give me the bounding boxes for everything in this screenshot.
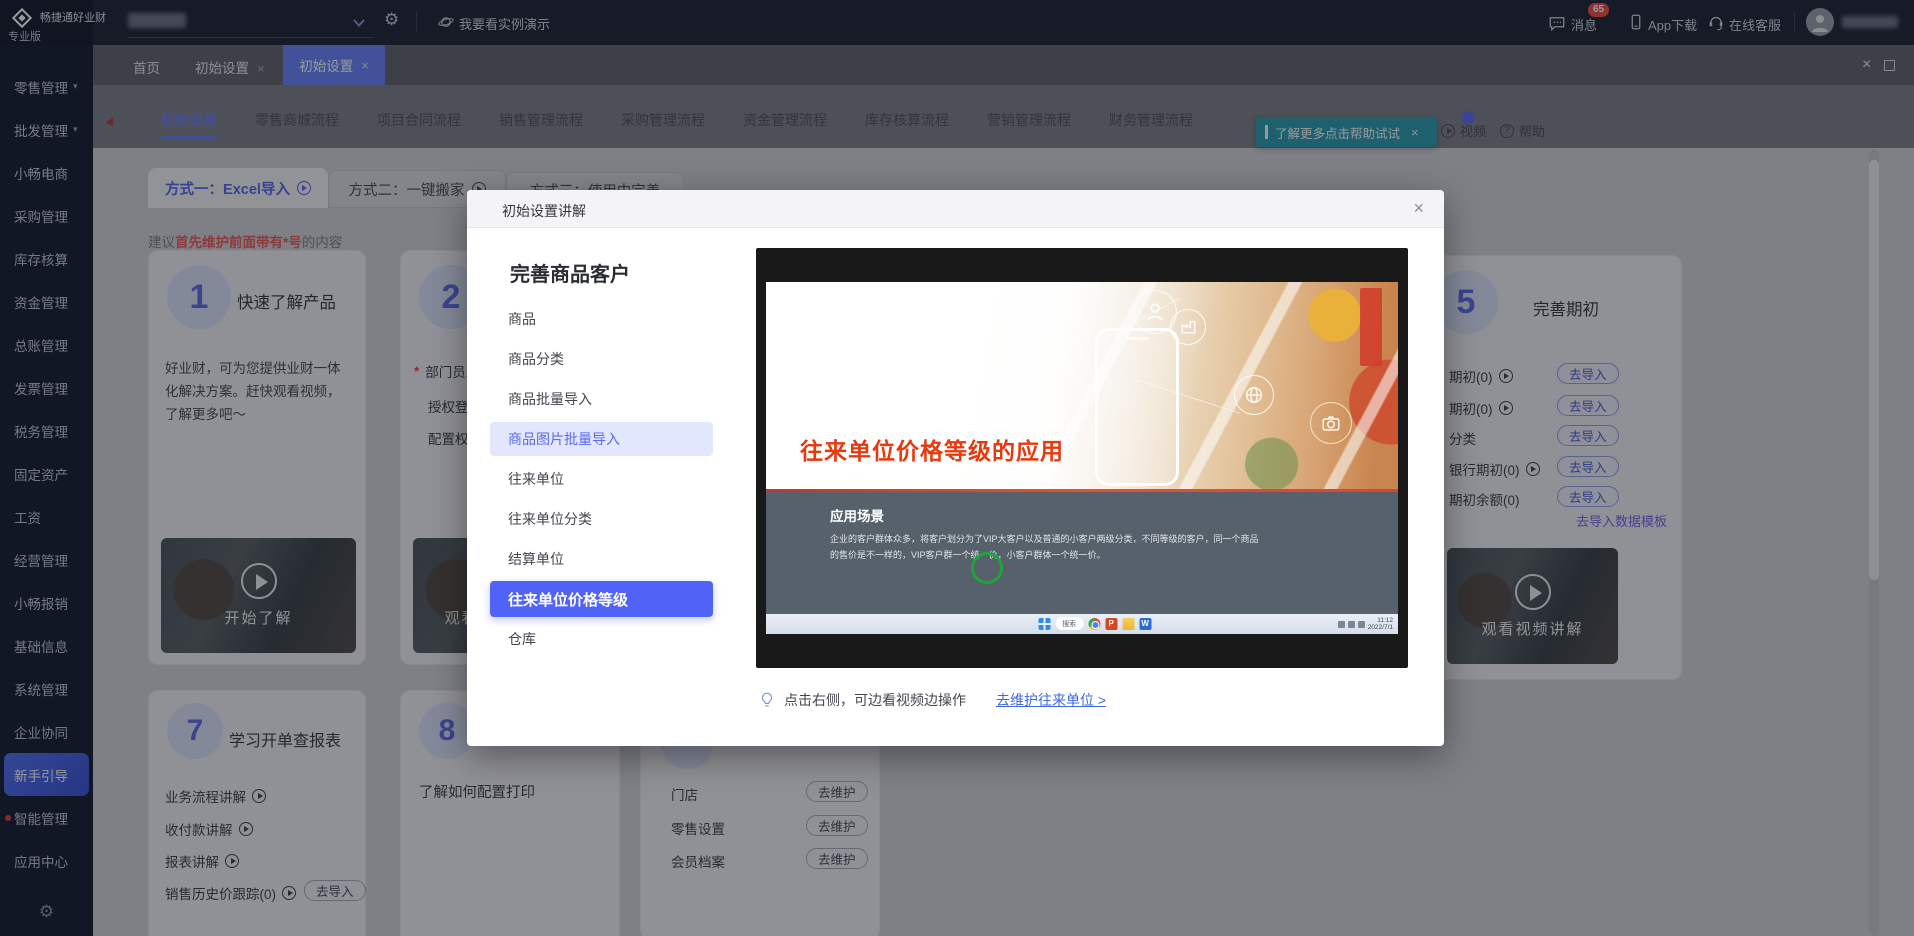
tip-text: 点击右侧，可边看视频边操作 — [784, 690, 966, 710]
windows-start-icon — [1038, 618, 1050, 630]
camera-icon — [1310, 402, 1352, 444]
slide-headline: 往来单位价格等级的应用 — [800, 432, 1064, 466]
tray-icon — [1338, 621, 1345, 628]
menu-item-goods-batch-import[interactable]: 商品批量导入 — [490, 382, 713, 416]
menu-item-goods-category[interactable]: 商品分类 — [490, 342, 713, 376]
taskbar-search: 搜索 — [1055, 617, 1083, 630]
factory-icon — [1170, 309, 1206, 345]
windows-taskbar: 搜索 P W 11:122022/7/1 — [766, 614, 1398, 634]
menu-item-warehouse[interactable]: 仓库 — [490, 622, 713, 656]
taskbar-tray: 11:122022/7/1 — [1338, 617, 1393, 631]
folder-icon — [1122, 618, 1134, 630]
modal-title-bar: 初始设置讲解 × — [467, 190, 1444, 228]
taskbar-apps: 搜索 P W — [1038, 617, 1151, 630]
scene-title: 应用场景 — [830, 505, 884, 525]
menu-item-partner-category[interactable]: 往来单位分类 — [490, 502, 713, 536]
menu-item-goods[interactable]: 商品 — [490, 302, 713, 336]
menu-item-goods-image-import[interactable]: 商品图片批量导入 — [490, 422, 713, 456]
tutorial-video-player[interactable]: 往来单位价格等级的应用 应用场景 企业的客户群体众多，将客户划分为了VIP大客户… — [756, 248, 1408, 668]
modal-menu-heading: 完善商品客户 — [510, 258, 630, 287]
powerpoint-icon: P — [1105, 618, 1117, 630]
tray-icon — [1358, 621, 1365, 628]
menu-item-partner-price-level[interactable]: 往来单位价格等级 — [490, 581, 713, 617]
scene-section: 应用场景 企业的客户群体众多，将客户划分为了VIP大客户以及普通的小客户两级分类… — [766, 492, 1398, 614]
slide-photo: 往来单位价格等级的应用 — [766, 282, 1398, 489]
menu-item-settlement-unit[interactable]: 结算单位 — [490, 542, 713, 576]
modal-tip-row: 点击右侧，可边看视频边操作 去维护往来单位 > — [758, 690, 1106, 710]
modal-title: 初始设置讲解 — [502, 201, 586, 221]
cart-icon — [1044, 336, 1082, 374]
app-window: 专业版 畅捷通好业财 ⚙ 我要看实例演示 消息 65 App下载 — [0, 0, 1914, 936]
shelf-banner — [1360, 288, 1382, 366]
tray-icon — [1348, 621, 1355, 628]
maintain-partner-link[interactable]: 去维护往来单位 > — [996, 690, 1106, 710]
word-icon: W — [1139, 618, 1151, 630]
setup-guide-modal: 初始设置讲解 × 完善商品客户 商品 商品分类 商品批量导入 商品图片批量导入 … — [467, 190, 1444, 746]
annotation-circle — [971, 552, 1003, 584]
phone-outline — [1095, 328, 1179, 486]
taskbar-clock: 11:122022/7/1 — [1368, 617, 1393, 631]
chrome-icon — [1088, 618, 1100, 630]
globe-icon — [1234, 375, 1274, 415]
menu-item-partner[interactable]: 往来单位 — [490, 462, 713, 496]
tutorial-slide: 往来单位价格等级的应用 应用场景 企业的客户群体众多，将客户划分为了VIP大客户… — [766, 282, 1398, 634]
modal-close-icon[interactable]: × — [1413, 198, 1424, 219]
scene-text: 企业的客户群体众多，将客户划分为了VIP大客户以及普通的小客户两级分类，不同等级… — [830, 531, 1262, 563]
lightbulb-icon — [758, 691, 776, 709]
